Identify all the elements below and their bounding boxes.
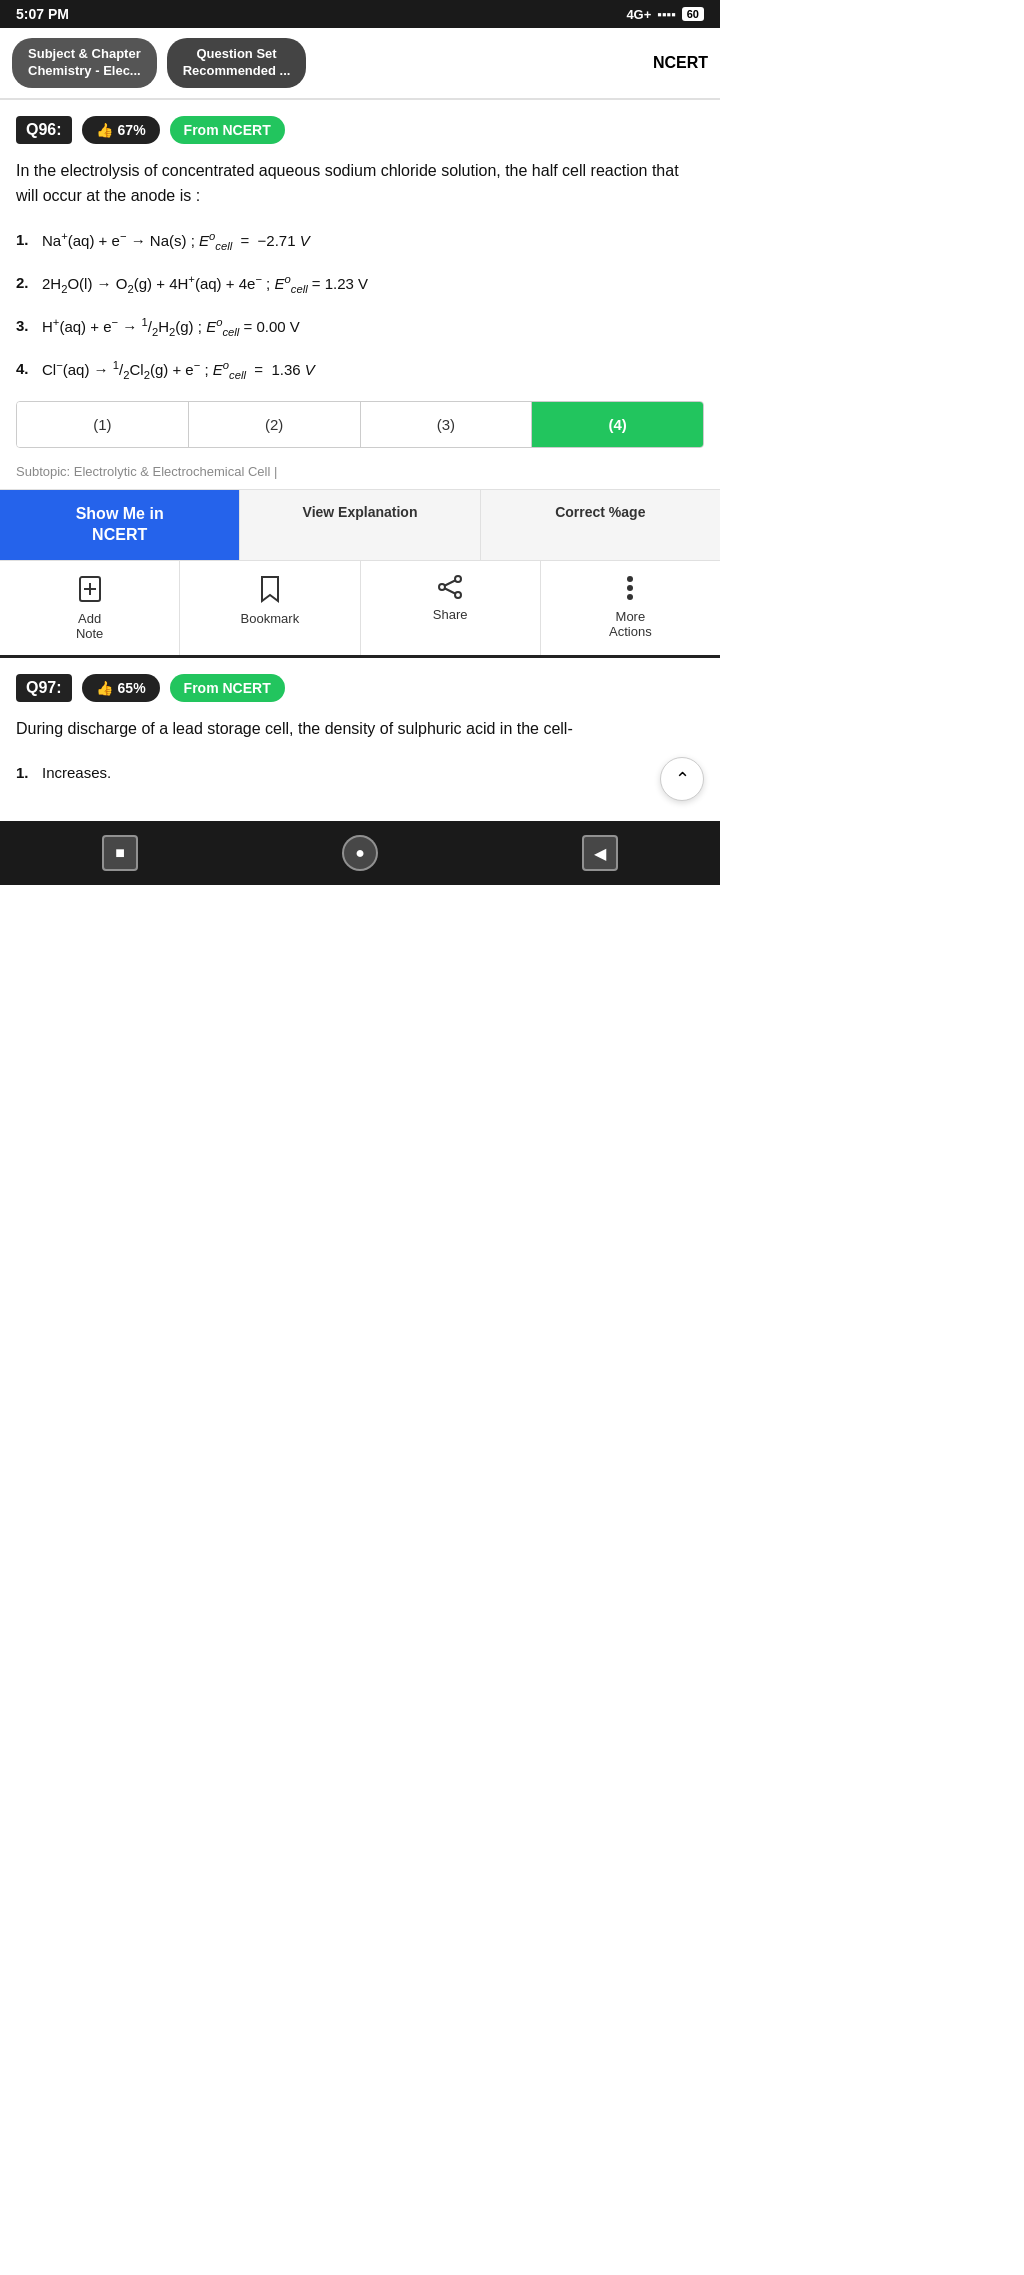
square-icon: ■ <box>115 844 125 862</box>
option-3[interactable]: 3. H+(aq) + e− → 1/2H2(g) ; Eocell = 0.0… <box>16 313 704 342</box>
question-text-97: During discharge of a lead storage cell,… <box>16 716 704 742</box>
subject-value: Chemistry - Elec... <box>28 63 141 80</box>
status-icons: 4G+ ▪▪▪▪ 60 <box>626 7 704 22</box>
options-list-96: 1. Na+(aq) + e− → Na(s) ; Eocell = −2.71… <box>16 227 704 386</box>
question-set-value: Recommended ... <box>183 63 291 80</box>
share-btn[interactable]: Share <box>361 561 541 655</box>
like-pct-96: 67% <box>118 122 146 138</box>
circle-icon: ● <box>355 844 365 862</box>
network-indicator: 4G+ <box>626 7 651 22</box>
status-bar: 5:07 PM 4G+ ▪▪▪▪ 60 <box>0 0 720 28</box>
share-icon <box>436 575 464 603</box>
svg-line-6 <box>445 581 455 586</box>
correct-pct-btn[interactable]: Correct %age <box>481 490 720 560</box>
question-text-96: In the electrolysis of concentrated aque… <box>16 158 704 209</box>
back-square-btn[interactable]: ■ <box>102 835 138 871</box>
more-actions-label: MoreActions <box>609 609 652 639</box>
svg-line-7 <box>445 589 455 594</box>
option-2[interactable]: 2. 2H2O(l) → O2(g) + 4H+(aq) + 4e− ; Eoc… <box>16 270 704 299</box>
option-4[interactable]: 4. Cl−(aq) → 1/2Cl2(g) + e− ; Eocell = 1… <box>16 356 704 385</box>
option-97-1[interactable]: 1. Increases. <box>16 760 704 786</box>
signal-bars: ▪▪▪▪ <box>657 7 675 22</box>
more-actions-btn[interactable]: MoreActions <box>541 561 720 655</box>
option-97-1-text: Increases. <box>42 760 111 786</box>
battery-indicator: 60 <box>682 7 704 21</box>
like-pct-97: 65% <box>118 680 146 696</box>
svg-point-4 <box>455 592 461 598</box>
header-nav: Subject & Chapter Chemistry - Elec... Qu… <box>0 28 720 100</box>
question-number-96: Q96: <box>16 116 72 144</box>
svg-point-3 <box>455 576 461 582</box>
ncert-label: NCERT <box>653 54 708 72</box>
scroll-up-btn[interactable]: ⌃ <box>660 757 704 801</box>
nav-triangle-btn[interactable]: ◀ <box>582 835 618 871</box>
tools-row-96: AddNote Bookmark Share <box>0 560 720 658</box>
answer-choice-3[interactable]: (3) <box>361 402 533 447</box>
question-card-97: Q97: 👍 65% From NCERT During discharge o… <box>0 658 720 821</box>
subject-label: Subject & Chapter <box>28 46 141 63</box>
thumbs-up-icon-97: 👍 <box>96 680 113 696</box>
from-ncert-badge-97: From NCERT <box>170 674 285 702</box>
svg-point-9 <box>627 585 633 591</box>
from-ncert-badge-96: From NCERT <box>170 116 285 144</box>
like-badge-96: 👍 67% <box>82 116 160 144</box>
options-list-97: 1. Increases. <box>16 760 704 786</box>
bottom-nav: ■ ● ◀ <box>0 821 720 885</box>
svg-point-8 <box>627 576 633 582</box>
chevron-up-icon: ⌃ <box>675 768 690 790</box>
triangle-icon: ◀ <box>594 844 606 863</box>
add-note-label: AddNote <box>76 611 103 641</box>
option-1[interactable]: 1. Na+(aq) + e− → Na(s) ; Eocell = −2.71… <box>16 227 704 256</box>
question-number-97: Q97: <box>16 674 72 702</box>
view-explanation-btn[interactable]: View Explanation <box>240 490 480 560</box>
question-set-label: Question Set <box>183 46 291 63</box>
action-row-96: Show Me inNCERT View Explanation Correct… <box>0 489 720 560</box>
bookmark-btn[interactable]: Bookmark <box>180 561 360 655</box>
home-circle-btn[interactable]: ● <box>342 835 378 871</box>
like-badge-97: 👍 65% <box>82 674 160 702</box>
bookmark-icon <box>258 575 282 607</box>
subject-pill[interactable]: Subject & Chapter Chemistry - Elec... <box>12 38 157 88</box>
time-display: 5:07 PM <box>16 6 69 22</box>
add-note-icon <box>76 575 104 607</box>
answer-choice-1[interactable]: (1) <box>17 402 189 447</box>
answer-choice-2[interactable]: (2) <box>189 402 361 447</box>
subtopic-text-96: Subtopic: Electrolytic & Electrochemical… <box>16 460 704 489</box>
bookmark-label: Bookmark <box>241 611 300 626</box>
add-note-btn[interactable]: AddNote <box>0 561 180 655</box>
answer-choice-4[interactable]: (4) <box>532 402 703 447</box>
question-card-96: Q96: 👍 67% From NCERT In the electrolysi… <box>0 100 720 490</box>
show-in-ncert-btn[interactable]: Show Me inNCERT <box>0 490 240 560</box>
question-header-97: Q97: 👍 65% From NCERT <box>16 674 704 702</box>
svg-point-10 <box>627 594 633 600</box>
share-label: Share <box>433 607 468 622</box>
thumbs-up-icon: 👍 <box>96 122 113 138</box>
svg-point-5 <box>439 584 445 590</box>
more-actions-icon <box>626 575 634 605</box>
answer-choices-96: (1) (2) (3) (4) <box>16 401 704 448</box>
question-header-96: Q96: 👍 67% From NCERT <box>16 116 704 144</box>
question-set-pill[interactable]: Question Set Recommended ... <box>167 38 307 88</box>
